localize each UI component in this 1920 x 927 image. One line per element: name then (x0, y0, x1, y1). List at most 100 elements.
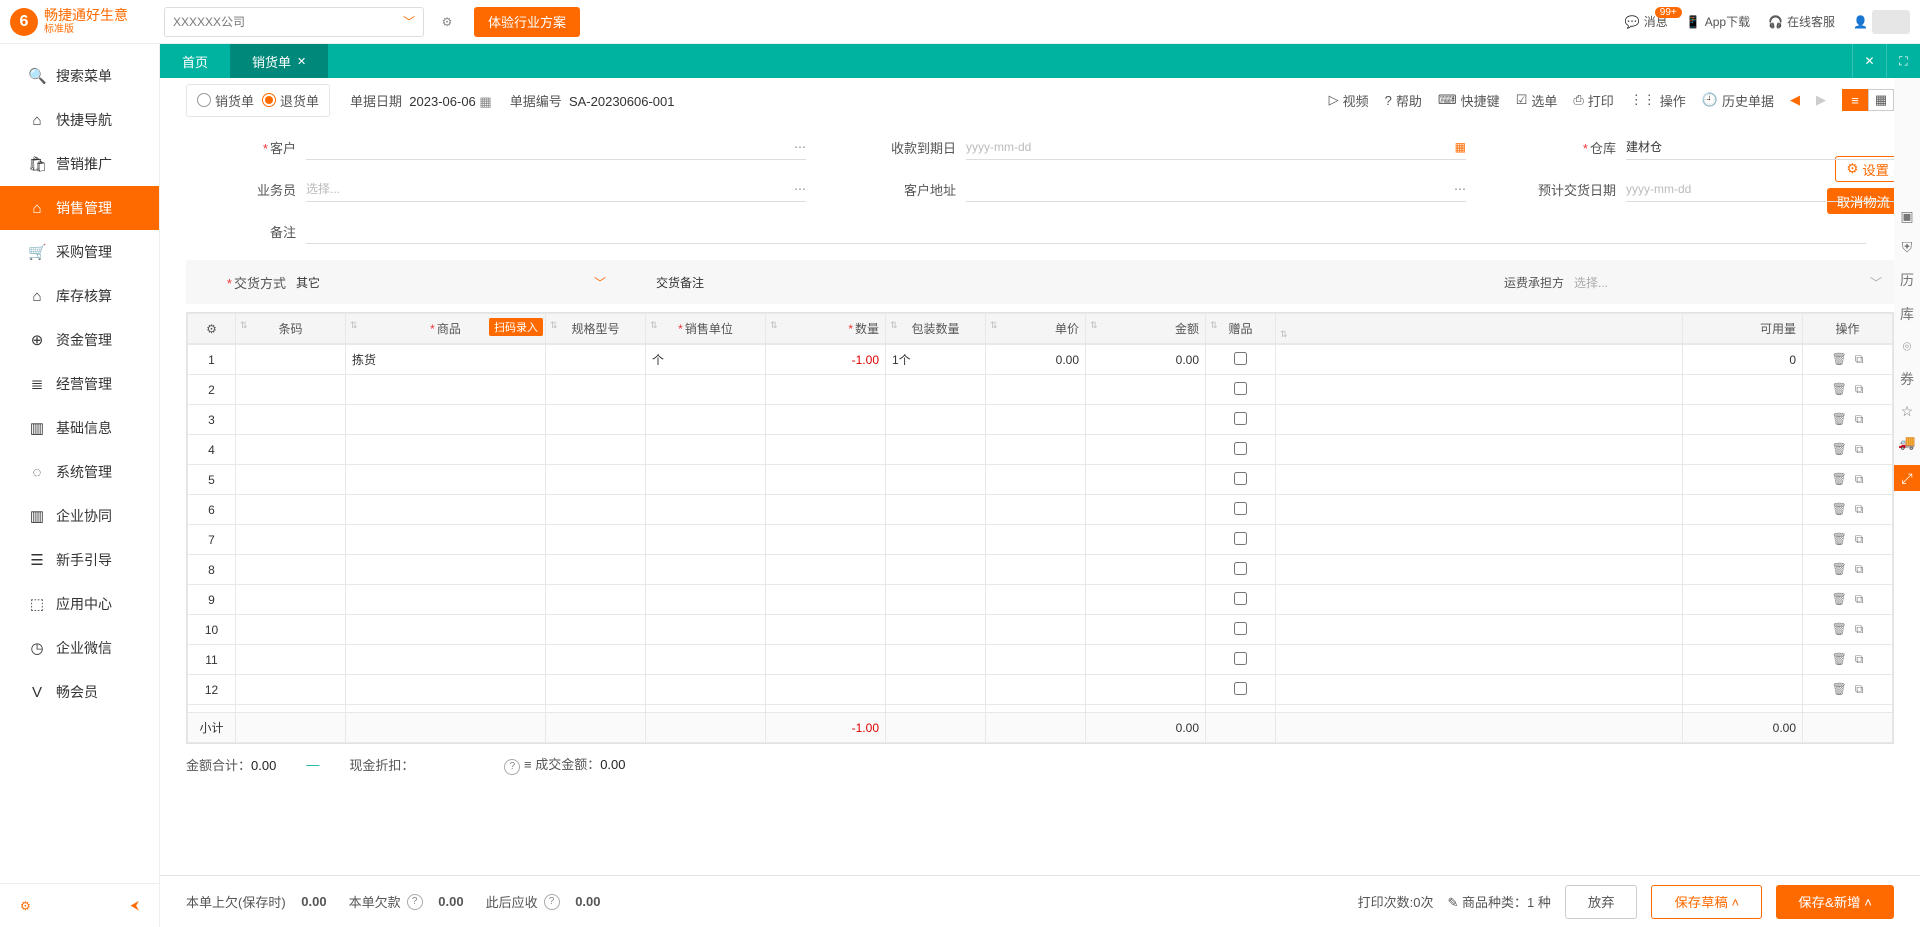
warehouse-input[interactable]: 建材仓⋯ (1626, 134, 1920, 160)
table-row[interactable]: 10🗑⧉ (188, 615, 1893, 645)
delete-row-icon[interactable]: 🗑 (1832, 412, 1847, 426)
delete-row-icon[interactable]: 🗑 (1832, 622, 1847, 636)
gear-icon[interactable]: ⚙ (20, 899, 31, 913)
sidebar-item[interactable]: 🔍搜索菜单 (0, 54, 159, 98)
support-link[interactable]: 🎧在线客服 (1768, 13, 1835, 30)
gift-checkbox[interactable] (1234, 562, 1247, 575)
copy-row-icon[interactable]: ⧉ (1855, 562, 1864, 576)
copy-row-icon[interactable]: ⧉ (1855, 382, 1864, 396)
rail-icon-3[interactable]: 历 (1900, 270, 1914, 290)
gift-checkbox[interactable] (1234, 472, 1247, 485)
sidebar-item[interactable]: ≣经营管理 (0, 362, 159, 406)
sidebar-item[interactable]: ⊕资金管理 (0, 318, 159, 362)
address-input[interactable]: ⋯ (966, 176, 1466, 202)
calendar-icon[interactable]: ▦ (1455, 140, 1466, 154)
more-icon[interactable]: ⋯ (794, 140, 806, 154)
rail-icon-7[interactable]: ☆ (1901, 403, 1914, 420)
table-row[interactable]: 13🗑⧉ (188, 705, 1893, 713)
user-avatar[interactable]: 👤 (1853, 10, 1910, 34)
delete-row-icon[interactable]: 🗑 (1832, 592, 1847, 606)
copy-row-icon[interactable]: ⧉ (1855, 472, 1864, 486)
tab-home[interactable]: 首页 (160, 44, 230, 78)
rail-icon-1[interactable]: ▣ (1900, 208, 1913, 225)
help-icon[interactable]: ? (504, 759, 520, 775)
table-row[interactable]: 3🗑⧉ (188, 405, 1893, 435)
sidebar-item[interactable]: ⬚应用中心 (0, 582, 159, 626)
copy-row-icon[interactable]: ⧉ (1855, 352, 1864, 366)
rail-icon-5[interactable]: ⌾ (1903, 338, 1911, 355)
copy-row-icon[interactable]: ⧉ (1855, 592, 1864, 606)
sidebar-item[interactable]: ▥企业协同 (0, 494, 159, 538)
rail-icon-6[interactable]: 券 (1900, 369, 1914, 389)
sidebar-item[interactable]: ◷企业微信 (0, 626, 159, 670)
abandon-button[interactable]: 放弃 (1565, 885, 1638, 919)
save-new-button[interactable]: 保存&新增 ˄ (1776, 885, 1894, 919)
gift-checkbox[interactable] (1234, 592, 1247, 605)
scan-entry-button[interactable]: 扫码录入 (489, 318, 543, 336)
freight-payer-select[interactable]: 选择...﹀ (1574, 274, 1894, 291)
copy-row-icon[interactable]: ⧉ (1855, 622, 1864, 636)
salesperson-input[interactable]: 选择...⋯ (306, 176, 806, 202)
table-row[interactable]: 5🗑⧉ (188, 465, 1893, 495)
gift-checkbox[interactable] (1234, 532, 1247, 545)
video-link[interactable]: ▷ 视频 (1329, 91, 1369, 110)
sidebar-item[interactable]: ☰新手引导 (0, 538, 159, 582)
delete-row-icon[interactable]: 🗑 (1832, 472, 1847, 486)
gift-checkbox[interactable] (1234, 352, 1247, 365)
delete-row-icon[interactable]: 🗑 (1832, 382, 1847, 396)
table-row[interactable]: 8🗑⧉ (188, 555, 1893, 585)
rail-icon-8[interactable]: 🚚 (1898, 434, 1915, 451)
tab-close-all[interactable]: ✕ (1852, 44, 1886, 78)
table-row[interactable]: 2🗑⧉ (188, 375, 1893, 405)
calendar-icon[interactable]: ▦ (479, 94, 491, 109)
gift-checkbox[interactable] (1234, 502, 1247, 515)
view-card[interactable]: ▦ (1868, 89, 1894, 111)
remark-input[interactable] (306, 218, 1866, 244)
doc-date[interactable]: 2023-06-06 (409, 94, 476, 109)
eta-input[interactable]: yyyy-mm-dd▦ (1626, 176, 1920, 202)
delete-row-icon[interactable]: 🗑 (1832, 532, 1847, 546)
sidebar-item[interactable]: ⌂销售管理 (0, 186, 159, 230)
gift-checkbox[interactable] (1234, 622, 1247, 635)
messages-link[interactable]: 💬 消息 99+ (1625, 13, 1668, 30)
gift-checkbox[interactable] (1234, 652, 1247, 665)
copy-row-icon[interactable]: ⧉ (1855, 412, 1864, 426)
company-select[interactable]: XXXXXX公司 ﹀ (164, 7, 424, 37)
table-row[interactable]: 7🗑⧉ (188, 525, 1893, 555)
customer-input[interactable]: ⋯ (306, 134, 806, 160)
radio-sale[interactable]: 销货单 (197, 91, 254, 110)
gift-checkbox[interactable] (1234, 682, 1247, 695)
gift-checkbox[interactable] (1234, 442, 1247, 455)
gift-checkbox[interactable] (1234, 382, 1247, 395)
sidebar-item[interactable]: V畅会员 (0, 670, 159, 714)
delete-row-icon[interactable]: 🗑 (1832, 352, 1847, 366)
sidebar-item[interactable]: ⌂库存核算 (0, 274, 159, 318)
help-link[interactable]: ? 帮助 (1385, 91, 1422, 110)
rail-icon-9[interactable]: ⤢ (1894, 465, 1920, 491)
app-download-link[interactable]: 📱App下载 (1686, 13, 1750, 30)
settings-icon[interactable]: ⚙ (432, 7, 462, 37)
history-link[interactable]: 🕘 历史单据 (1702, 91, 1774, 110)
next-doc[interactable]: ▶ (1816, 92, 1826, 108)
delete-row-icon[interactable]: 🗑 (1832, 562, 1847, 576)
delete-row-icon[interactable]: 🗑 (1832, 502, 1847, 516)
more-icon[interactable]: ⋯ (1454, 182, 1466, 196)
help-icon[interactable]: ? (544, 894, 560, 910)
shortcut-link[interactable]: ⌨ 快捷键 (1438, 91, 1500, 110)
delete-row-icon[interactable]: 🗑 (1832, 652, 1847, 666)
copy-row-icon[interactable]: ⧉ (1855, 532, 1864, 546)
table-row[interactable]: 1拣货个-1.001个0.000.000🗑⧉ (188, 345, 1893, 375)
sidebar-item[interactable]: ⌂快捷导航 (0, 98, 159, 142)
tab-sales-order[interactable]: 销货单 ✕ (230, 44, 328, 78)
table-row[interactable]: 4🗑⧉ (188, 435, 1893, 465)
more-icon[interactable]: ⋯ (794, 182, 806, 196)
table-row[interactable]: 11🗑⧉ (188, 645, 1893, 675)
table-row[interactable]: 9🗑⧉ (188, 585, 1893, 615)
col-config[interactable]: ⚙ (188, 314, 236, 344)
rail-icon-2[interactable]: ⛨ (1902, 239, 1913, 256)
gift-checkbox[interactable] (1234, 712, 1247, 713)
due-date-input[interactable]: yyyy-mm-dd▦ (966, 134, 1466, 160)
delete-row-icon[interactable]: 🗑 (1832, 682, 1847, 696)
delivery-mode-select[interactable]: 其它﹀ (296, 274, 616, 291)
copy-row-icon[interactable]: ⧉ (1855, 682, 1864, 696)
